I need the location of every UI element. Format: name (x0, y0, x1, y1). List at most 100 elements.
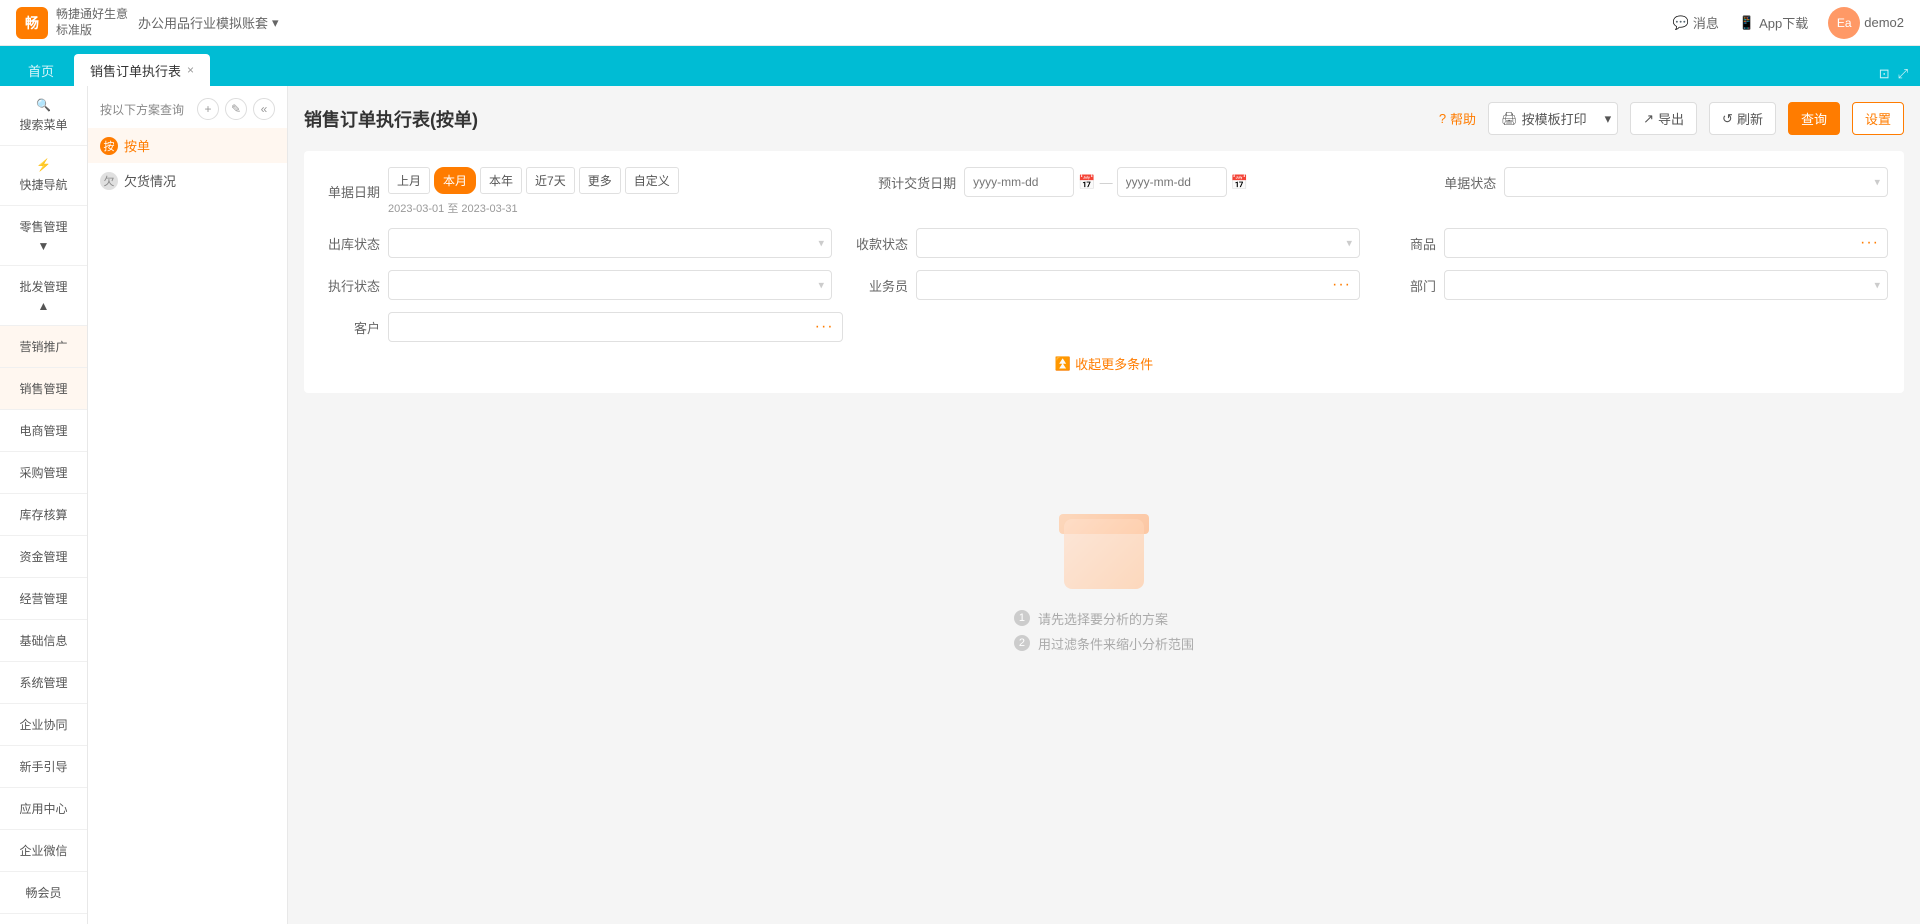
left-panel-item-order[interactable]: 按 按单 (88, 128, 287, 163)
tab-home[interactable]: 首页 (12, 54, 70, 86)
chevron-down-icon: ▼ (38, 239, 50, 253)
add-scheme-btn[interactable]: + (197, 98, 219, 120)
salesperson-input[interactable] (925, 278, 1332, 293)
export-btn[interactable]: ↗ 导出 (1630, 102, 1697, 135)
filter-salesperson-item: 业务员 ··· (848, 270, 1360, 300)
sidebar-item-retail[interactable]: 零售管理 ▼ (0, 206, 87, 266)
message-icon: 💬 (1673, 15, 1689, 31)
date-btn-this-year[interactable]: 本年 (480, 167, 522, 194)
filter-date-item: 单据日期 上月 本月 本年 近7天 更多 自定义 20 (320, 167, 862, 216)
empty-state: 1 请先选择要分析的方案 2 用过滤条件来缩小分析范围 (304, 409, 1904, 733)
product-input[interactable] (1453, 236, 1860, 251)
app-download-action[interactable]: 📱 App下载 (1739, 13, 1808, 32)
download-icon: 📱 (1739, 15, 1755, 31)
collapse-btn[interactable]: ⏫ 收起更多条件 (1055, 354, 1153, 373)
date-btn-custom[interactable]: 自定义 (625, 167, 679, 194)
execution-select[interactable] (388, 270, 832, 300)
sidebar-item-system[interactable]: 系统管理 (0, 662, 87, 704)
logo-text: 畅捷通好生意 标准版 (56, 7, 128, 38)
date-btn-more[interactable]: 更多 (579, 167, 621, 194)
chevron-up-icon: ▲ (38, 299, 50, 313)
tab-bar-actions: ⊡ ⤢ (1879, 66, 1908, 86)
tab-active[interactable]: 销售订单执行表 × (74, 54, 210, 86)
predicted-date-start[interactable] (964, 167, 1074, 197)
sidebar-item-wechat[interactable]: 企业微信 (0, 830, 87, 872)
tab-expand-icon[interactable]: ⤢ (1898, 66, 1908, 82)
tab-close-icon[interactable]: × (187, 63, 194, 77)
status-select[interactable] (1504, 167, 1888, 197)
status-select-wrapper: ▾ (1504, 167, 1888, 197)
edit-scheme-btn[interactable]: ✎ (225, 98, 247, 120)
product-input-wrapper: ··· (1444, 228, 1888, 258)
sidebar-item-basic[interactable]: 基础信息 (0, 620, 87, 662)
sidebar-item-finance[interactable]: 资金管理 (0, 536, 87, 578)
execution-select-wrapper: ▾ (388, 270, 832, 300)
filter-row-3: 执行状态 ▾ 业务员 ·· (320, 270, 1888, 300)
main-layout: 🔍 搜索菜单 ⚡ 快捷导航 零售管理 ▼ 批发管理 ▲ 营销推广 销售管理 电商… (0, 86, 1920, 924)
filter-card: 单据日期 上月 本月 本年 近7天 更多 自定义 20 (304, 151, 1904, 393)
sidebar-item-marketing[interactable]: 营销推广 (0, 326, 87, 368)
customer-input[interactable] (397, 320, 815, 335)
collection-select[interactable] (916, 228, 1360, 258)
sidebar: 🔍 搜索菜单 ⚡ 快捷导航 零售管理 ▼ 批发管理 ▲ 营销推广 销售管理 电商… (0, 86, 88, 924)
date-btn-7days[interactable]: 近7天 (526, 167, 575, 194)
calendar-start-icon[interactable]: 📅 (1078, 174, 1095, 191)
refresh-btn[interactable]: ↺ 刷新 (1709, 102, 1776, 135)
user-action[interactable]: Ea demo2 (1828, 7, 1904, 39)
refresh-icon: ↺ (1722, 111, 1733, 127)
message-action[interactable]: 💬 消息 (1673, 13, 1719, 32)
app-dropdown[interactable]: 办公用品行业模拟账套 ▾ (138, 13, 279, 32)
collapse-panel-btn[interactable]: « (253, 98, 275, 120)
logo-icon: 畅 (16, 7, 48, 39)
customer-more-icon[interactable]: ··· (815, 318, 834, 336)
predicted-date-end[interactable] (1117, 167, 1227, 197)
search-icon: 🔍 (36, 98, 51, 112)
salesperson-more-icon[interactable]: ··· (1332, 276, 1351, 294)
logo-area: 畅 畅捷通好生意 标准版 (16, 7, 128, 39)
filter-row-date: 单据日期 上月 本月 本年 近7天 更多 自定义 20 (320, 167, 1888, 216)
sidebar-item-appstore[interactable]: 应用中心 (0, 788, 87, 830)
sidebar-item-wholesale[interactable]: 批发管理 ▲ (0, 266, 87, 326)
help-action[interactable]: ? 帮助 (1439, 109, 1476, 128)
salesperson-input-wrapper: ··· (916, 270, 1360, 300)
top-header: 畅 畅捷通好生意 标准版 办公用品行业模拟账套 ▾ 💬 消息 📱 App下载 E… (0, 0, 1920, 46)
customer-input-wrapper: ··· (388, 312, 843, 342)
tab-minimize-icon[interactable]: ⊡ (1879, 66, 1890, 82)
page-wrapper: 按以下方案查询 + ✎ « 按 按单 欠 欠货情况 (88, 86, 1920, 924)
sidebar-item-search[interactable]: 🔍 搜索菜单 (0, 86, 87, 146)
print-arrow-btn[interactable]: ▾ (1599, 102, 1619, 135)
delivery-select[interactable] (388, 228, 832, 258)
header-right: 💬 消息 📱 App下载 Ea demo2 (1673, 7, 1904, 39)
sidebar-item-shortcuts[interactable]: ⚡ 快捷导航 (0, 146, 87, 206)
header-left: 畅 畅捷通好生意 标准版 办公用品行业模拟账套 ▾ (16, 7, 279, 39)
department-select[interactable] (1444, 270, 1888, 300)
settings-btn[interactable]: 设置 (1852, 102, 1904, 135)
sidebar-item-inventory[interactable]: 库存核算 (0, 494, 87, 536)
shortage-icon: 欠 (100, 172, 118, 190)
filter-predicted-date-item: 预计交货日期 📅 — 📅 (878, 167, 1420, 197)
collection-select-wrapper: ▾ (916, 228, 1360, 258)
shortcuts-icon: ⚡ (36, 158, 51, 172)
sidebar-item-sales[interactable]: 销售管理 (0, 368, 87, 410)
left-panel-item-shortage[interactable]: 欠 欠货情况 (88, 163, 287, 198)
query-btn[interactable]: 查询 (1788, 102, 1840, 135)
filter-product-item: 商品 ··· (1376, 228, 1888, 258)
date-sub-range: 2023-03-01 至 2023-03-31 (388, 200, 862, 216)
export-icon: ↗ (1643, 111, 1654, 127)
print-icon: 🖨 (1501, 111, 1518, 127)
sidebar-item-purchase[interactable]: 采购管理 (0, 452, 87, 494)
date-btn-this-month[interactable]: 本月 (434, 167, 476, 194)
right-content: 销售订单执行表(按单) ? 帮助 🖨 按模板打印 ▾ (288, 86, 1920, 924)
page-title: 销售订单执行表(按单) (304, 106, 478, 132)
sidebar-item-newbie[interactable]: 新手引导 (0, 746, 87, 788)
print-btn[interactable]: 🖨 按模板打印 (1488, 102, 1599, 135)
date-btn-last-month[interactable]: 上月 (388, 167, 430, 194)
calendar-end-icon[interactable]: 📅 (1231, 174, 1248, 191)
filter-collection-item: 收款状态 ▾ (848, 228, 1360, 258)
filter-predicted-date-control: 📅 — 📅 (964, 167, 1420, 197)
sidebar-item-cooperation[interactable]: 企业协同 (0, 704, 87, 746)
sidebar-item-ecommerce[interactable]: 电商管理 (0, 410, 87, 452)
sidebar-item-member[interactable]: 畅会员 (0, 872, 87, 914)
sidebar-item-operation[interactable]: 经营管理 (0, 578, 87, 620)
product-more-icon[interactable]: ··· (1860, 234, 1879, 252)
